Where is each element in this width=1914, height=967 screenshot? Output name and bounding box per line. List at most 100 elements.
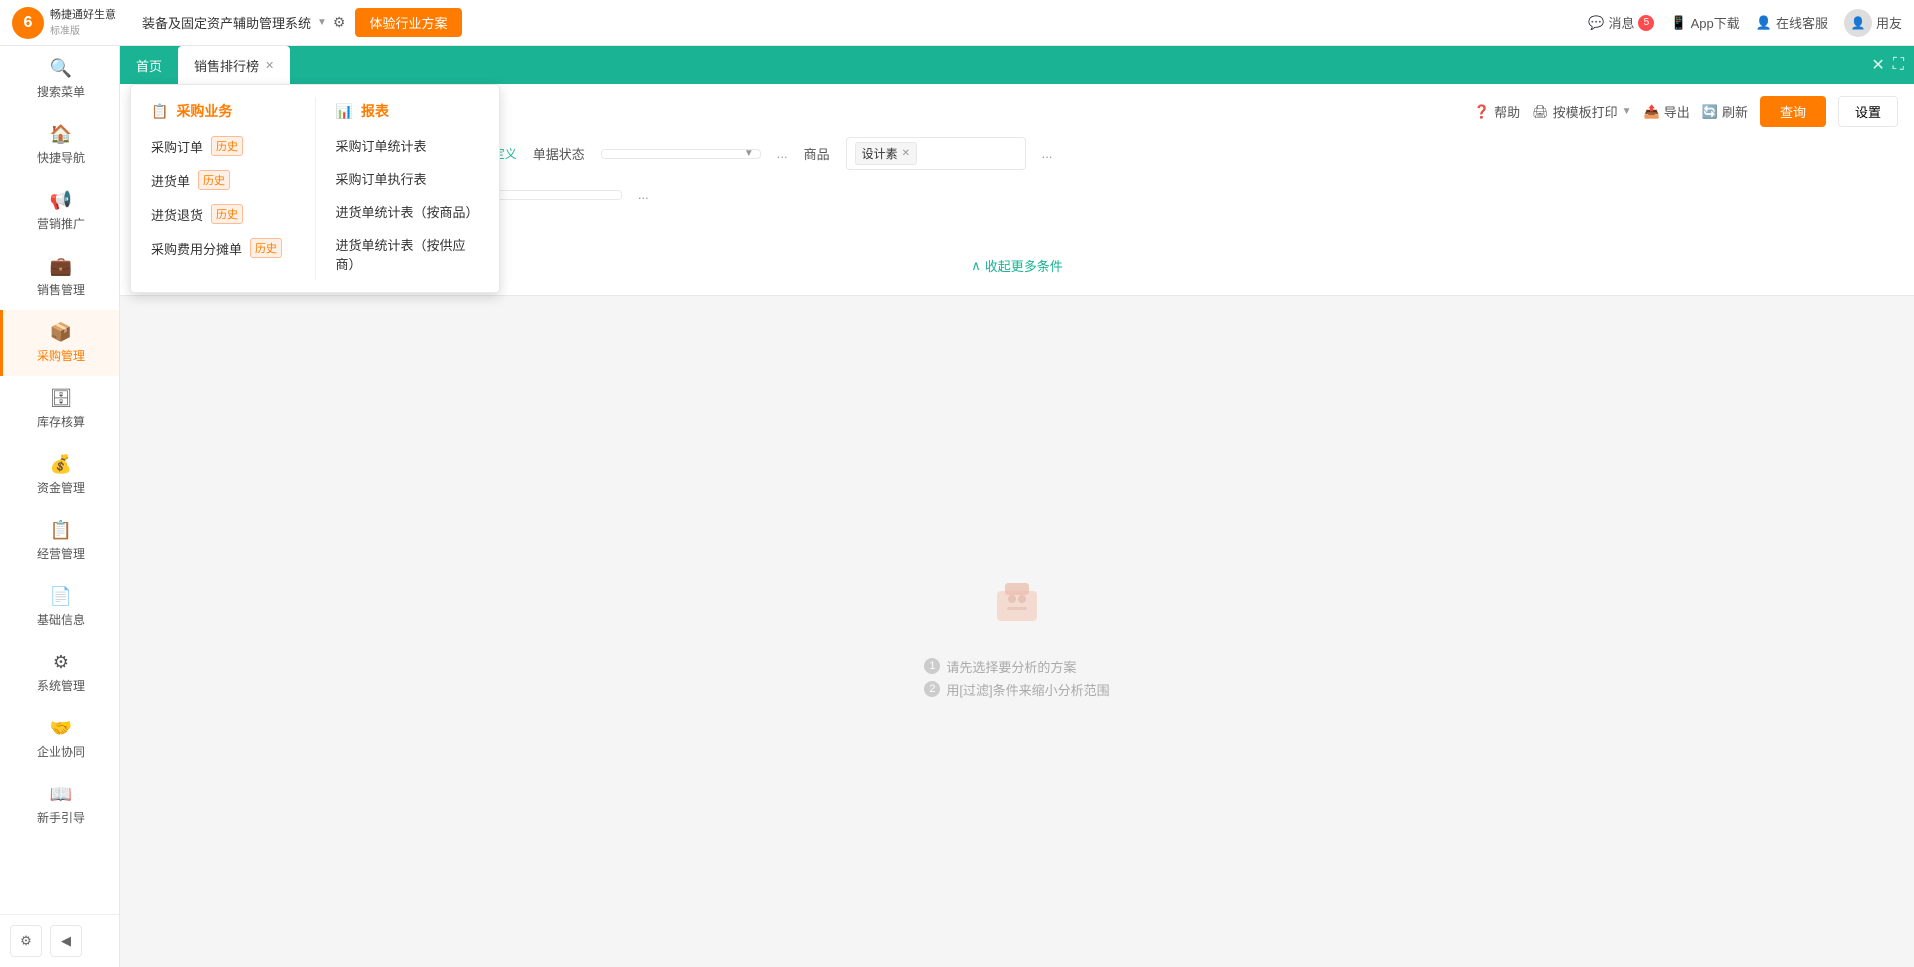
sales-icon: 💼 (50, 256, 72, 277)
sidebar-item-base-info[interactable]: 📄 基础信息 (0, 574, 119, 640)
tab-sales-rank[interactable]: 销售排行榜 ✕ (178, 46, 290, 84)
purchase-ops-col: 📋 采购业务 采购订单 历史 进货单 历史 进货退货 历史 采购费用分摊单 历史 (131, 97, 315, 280)
goods-tag-close-icon[interactable]: ✕ (902, 148, 910, 159)
doc-status-input[interactable]: ▼ (601, 149, 761, 159)
doc-status-ellipsis[interactable]: ... (777, 146, 788, 161)
export-label: 导出 (1664, 102, 1690, 121)
collapse-up-icon: ∧ (971, 258, 981, 274)
settings-bottom-btn[interactable]: ⚙ (10, 925, 42, 957)
report-purchase-order-stat[interactable]: 采购订单统计表 (328, 129, 488, 162)
reports-icon: 📊 (336, 103, 353, 120)
doc-status-label: 单据状态 (533, 144, 585, 163)
report-stock-by-goods[interactable]: 进货单统计表（按商品） (328, 195, 488, 228)
app-download-btn[interactable]: 📱 App下载 (1670, 13, 1739, 32)
purchase-ops-icon: 📋 (151, 103, 168, 120)
goods-tag: 设计素 ✕ (855, 142, 917, 165)
logo-line1: 畅捷通好生意 (50, 8, 116, 22)
tab-sales-rank-label: 销售排行榜 (194, 56, 259, 75)
tab-bar: 首页 销售排行榜 ✕ ✕ ⛶ (120, 46, 1914, 84)
purchase-ops-header: 📋 采购业务 (143, 97, 303, 129)
sidebar-label-marketing: 营销推广 (37, 215, 85, 232)
user-btn[interactable]: 👤 用友 (1844, 9, 1902, 37)
tab-home-label: 首页 (136, 56, 162, 75)
sidebar-item-purchase[interactable]: 📦 采购管理 (0, 310, 119, 376)
phone-icon: 📱 (1670, 15, 1686, 31)
sidebar-item-system[interactable]: ⚙ 系统管理 (0, 640, 119, 706)
tip-num-2: 2 (924, 681, 940, 697)
purchase-return-history-tag: 历史 (211, 204, 243, 224)
user-label: 用友 (1876, 13, 1902, 32)
sidebar-item-search[interactable]: 🔍 搜索菜单 (0, 46, 119, 112)
industry-btn[interactable]: 体验行业方案 (355, 8, 461, 37)
message-badge: 5 (1638, 15, 1654, 31)
report-stock-by-supplier-label: 进货单统计表（按供应商） (336, 235, 480, 273)
gear-icon[interactable]: ⚙ (333, 14, 346, 31)
sidebar-item-marketing[interactable]: 📢 营销推广 (0, 178, 119, 244)
purchase-stock-history-tag: 历史 (198, 170, 230, 190)
system-icon: ⚙ (53, 652, 69, 673)
export-btn[interactable]: 📤 导出 (1644, 102, 1690, 121)
refresh-btn[interactable]: 🔄 刷新 (1702, 102, 1748, 121)
refresh-icon: 🔄 (1702, 104, 1718, 120)
marketing-icon: 📢 (50, 190, 72, 211)
app-download-label: App下载 (1691, 13, 1740, 32)
report-purchase-order-exec-label: 采购订单执行表 (336, 169, 427, 188)
purchase-expense-item[interactable]: 采购费用分摊单 历史 (143, 231, 303, 265)
help-btn[interactable]: ❓ 帮助 (1474, 102, 1520, 121)
tab-close-icon[interactable]: ✕ (265, 59, 274, 72)
collapse-sidebar-btn[interactable]: ◀ (50, 925, 82, 957)
purchase-expense-history-tag: 历史 (250, 238, 282, 258)
sidebar-item-sales[interactable]: 💼 销售管理 (0, 244, 119, 310)
online-service-btn[interactable]: 👤 在线客服 (1756, 13, 1828, 32)
print-label: 按模板打印 (1553, 102, 1618, 121)
purchase-dropdown-menu: 📋 采购业务 采购订单 历史 进货单 历史 进货退货 历史 采购费用分摊单 历史… (130, 84, 500, 293)
guide-icon: 📖 (50, 784, 72, 805)
message-btn[interactable]: 💬 消息 5 (1588, 13, 1654, 32)
expand-window-icon[interactable]: ⛶ (1893, 56, 1904, 74)
close-window-icon[interactable]: ✕ (1871, 55, 1884, 75)
purchase-expense-label: 采购费用分摊单 (151, 239, 242, 258)
sidebar-label-inventory: 库存核算 (37, 413, 85, 430)
enterprise-icon: 🤝 (50, 718, 72, 739)
sidebar-item-operations[interactable]: 📋 经营管理 (0, 508, 119, 574)
system-name-text: 装备及固定资产辅助管理系统 (142, 13, 311, 32)
message-icon: 💬 (1588, 15, 1604, 31)
reports-title: 报表 (361, 101, 389, 121)
print-chevron-icon: ▼ (1622, 106, 1632, 117)
sidebar-item-quick-nav[interactable]: 🏠 快捷导航 (0, 112, 119, 178)
sidebar-item-enterprise[interactable]: 🤝 企业协同 (0, 706, 119, 772)
help-label: 帮助 (1494, 102, 1520, 121)
tab-home[interactable]: 首页 (120, 46, 178, 84)
print-btn[interactable]: 🖨 按模板打印 ▼ (1532, 102, 1631, 121)
purchase-return-label: 进货退货 (151, 205, 203, 224)
purchase-icon: 📦 (50, 322, 72, 343)
sidebar-label-base-info: 基础信息 (37, 611, 85, 628)
salesman-ellipsis[interactable]: ... (638, 187, 649, 202)
goods-ellipsis[interactable]: ... (1042, 146, 1053, 161)
report-stock-by-supplier[interactable]: 进货单统计表（按供应商） (328, 228, 488, 280)
settings-btn[interactable]: 设置 (1838, 96, 1898, 127)
reports-col: 📊 报表 采购订单统计表 采购订单执行表 进货单统计表（按商品） 进货单统计表（… (315, 97, 500, 280)
purchase-stock-item[interactable]: 进货单 历史 (143, 163, 303, 197)
empty-tips: 1 请先选择要分析的方案 2 用[过滤]条件来缩小分析范围 (924, 653, 1109, 703)
sidebar-item-inventory[interactable]: 🗄 库存核算 (0, 376, 119, 442)
report-purchase-order-exec[interactable]: 采购订单执行表 (328, 162, 488, 195)
search-icon: 🔍 (50, 58, 72, 79)
purchase-order-item[interactable]: 采购订单 历史 (143, 129, 303, 163)
online-service-label: 在线客服 (1776, 13, 1828, 32)
sidebar-item-finance[interactable]: 💰 资金管理 (0, 442, 119, 508)
operations-icon: 📋 (50, 520, 72, 541)
report-purchase-order-stat-label: 采购订单统计表 (336, 136, 427, 155)
sidebar-item-guide[interactable]: 📖 新手引导 (0, 772, 119, 838)
service-icon: 👤 (1756, 15, 1772, 31)
sidebar-bottom: ⚙ ◀ (0, 914, 119, 967)
query-btn[interactable]: 查询 (1760, 96, 1826, 127)
tab-bar-right: ✕ ⛶ (1871, 55, 1914, 75)
purchase-return-item[interactable]: 进货退货 历史 (143, 197, 303, 231)
empty-state: 1 请先选择要分析的方案 2 用[过滤]条件来缩小分析范围 (120, 296, 1914, 967)
system-name-area: 装备及固定资产辅助管理系统 ▼ ⚙ (142, 13, 345, 32)
reports-header: 📊 报表 (328, 97, 488, 129)
system-chevron-icon[interactable]: ▼ (317, 17, 327, 28)
sidebar: 🔍 搜索菜单 🏠 快捷导航 📢 营销推广 💼 销售管理 📦 采购管理 🗄 库存核… (0, 46, 120, 967)
goods-input[interactable]: 设计素 ✕ (846, 137, 1026, 170)
